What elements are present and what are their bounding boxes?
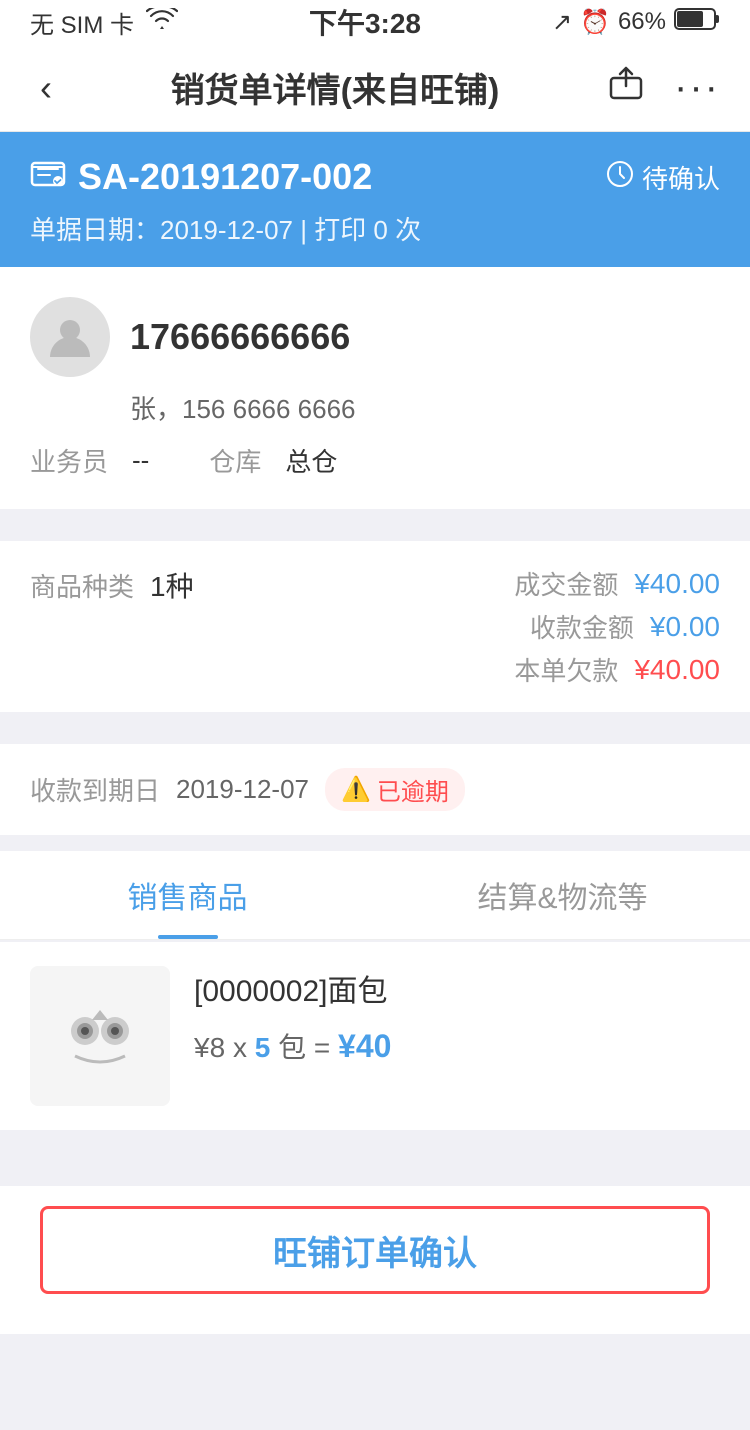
summary-row: 商品种类 1种 成交金额 ¥40.00 收款金额 ¥0.00 本单欠款 ¥40.… bbox=[30, 565, 720, 688]
tabs-container: 销售商品 结算&物流等 bbox=[0, 851, 750, 940]
customer-meta: 业务员 -- 仓库 总仓 bbox=[30, 442, 720, 479]
order-header-banner: SA-20191207-002 待确认 单据日期：2019-12-07 | 打印… bbox=[0, 132, 750, 267]
owed-row: 本单欠款 ¥40.00 bbox=[514, 651, 720, 688]
customer-row: 17666666666 bbox=[30, 297, 720, 377]
product-qty: 5 bbox=[255, 1032, 271, 1063]
product-unit: 包 bbox=[278, 1032, 306, 1063]
received-label: 收款金额 bbox=[530, 608, 634, 645]
nav-actions: ··· bbox=[608, 65, 720, 110]
warehouse-meta: 仓库 总仓 bbox=[209, 442, 337, 479]
tab-label-sales: 销售商品 bbox=[128, 873, 248, 917]
battery-text: 66% bbox=[618, 8, 666, 36]
clock-icon bbox=[606, 160, 634, 195]
tab-sales-products[interactable]: 销售商品 bbox=[0, 851, 375, 939]
order-id: SA-20191207-002 bbox=[30, 156, 372, 198]
wifi-icon bbox=[146, 8, 178, 37]
divider-1 bbox=[0, 525, 750, 541]
due-date-row: 收款到期日 2019-12-07 ⚠️ 已逾期 bbox=[30, 768, 720, 811]
summary-card: 商品种类 1种 成交金额 ¥40.00 收款金额 ¥0.00 本单欠款 ¥40.… bbox=[0, 541, 750, 712]
overdue-text: 已逾期 bbox=[377, 772, 449, 807]
order-icon bbox=[30, 156, 66, 198]
share-icon[interactable] bbox=[608, 65, 644, 110]
product-price-row: ¥8 x 5 包 = ¥40 bbox=[194, 1026, 720, 1066]
sales-value: -- bbox=[132, 445, 149, 476]
order-date: 单据日期：2019-12-07 | 打印 0 次 bbox=[30, 210, 720, 247]
customer-card: 17666666666 张，156 6666 6666 业务员 -- 仓库 总仓 bbox=[0, 267, 750, 509]
status-bar: 无 SIM 卡 下午3:28 ↗ ⏰ 66% bbox=[0, 0, 750, 44]
warehouse-value: 总仓 bbox=[285, 442, 337, 479]
summary-right: 成交金额 ¥40.00 收款金额 ¥0.00 本单欠款 ¥40.00 bbox=[514, 565, 720, 688]
category-label: 商品种类 bbox=[30, 567, 134, 604]
warning-icon: ⚠️ bbox=[341, 775, 371, 804]
product-price: ¥8 bbox=[194, 1032, 225, 1063]
order-status: 待确认 bbox=[606, 159, 720, 196]
sales-meta: 业务员 -- bbox=[30, 442, 149, 479]
status-left: 无 SIM 卡 bbox=[30, 5, 178, 40]
owed-label: 本单欠款 bbox=[514, 651, 618, 688]
back-button[interactable]: ‹ bbox=[30, 57, 62, 119]
page-title: 销货单详情(来自旺铺) bbox=[171, 63, 500, 112]
amount-value: ¥40.00 bbox=[634, 568, 720, 600]
received-value: ¥0.00 bbox=[650, 611, 720, 643]
due-date-card: 收款到期日 2019-12-07 ⚠️ 已逾期 bbox=[0, 744, 750, 835]
bottom-action: 旺铺订单确认 bbox=[0, 1186, 750, 1334]
amount-row: 成交金额 ¥40.00 bbox=[514, 565, 720, 602]
tab-label-settlement: 结算&物流等 bbox=[477, 873, 647, 917]
due-date-value: 2019-12-07 bbox=[176, 774, 309, 805]
battery-icon bbox=[674, 7, 720, 38]
tab-settlement[interactable]: 结算&物流等 bbox=[375, 851, 750, 939]
status-time: 下午3:28 bbox=[309, 2, 421, 42]
customer-phone: 17666666666 bbox=[130, 316, 350, 358]
alarm-icon: ⏰ bbox=[580, 8, 610, 37]
received-row: 收款金额 ¥0.00 bbox=[530, 608, 720, 645]
status-right: ↗ ⏰ 66% bbox=[552, 7, 720, 38]
nav-bar: ‹ 销货单详情(来自旺铺) ··· bbox=[0, 44, 750, 132]
order-id-row: SA-20191207-002 待确认 bbox=[30, 156, 720, 198]
amount-label: 成交金额 bbox=[514, 565, 618, 602]
no-sim-text: 无 SIM 卡 bbox=[30, 5, 134, 40]
product-total: ¥40 bbox=[338, 1028, 391, 1064]
tab-underline bbox=[158, 935, 218, 939]
sales-label: 业务员 bbox=[30, 442, 108, 479]
more-icon[interactable]: ··· bbox=[674, 65, 720, 110]
summary-left: 商品种类 1种 bbox=[30, 565, 194, 605]
product-info: [0000002]面包 ¥8 x 5 包 = ¥40 bbox=[194, 966, 720, 1066]
category-value: 1种 bbox=[150, 565, 194, 605]
location-icon: ↗ bbox=[552, 8, 572, 37]
warehouse-label: 仓库 bbox=[209, 442, 261, 479]
price-separator: x bbox=[233, 1032, 255, 1063]
product-name: [0000002]面包 bbox=[194, 966, 720, 1010]
product-thumbnail bbox=[30, 966, 170, 1106]
product-card: [0000002]面包 ¥8 x 5 包 = ¥40 bbox=[0, 942, 750, 1130]
divider-2 bbox=[0, 728, 750, 744]
confirm-button[interactable]: 旺铺订单确认 bbox=[40, 1206, 710, 1294]
owed-value: ¥40.00 bbox=[634, 654, 720, 686]
equals-sign: = bbox=[314, 1032, 338, 1063]
overdue-badge: ⚠️ 已逾期 bbox=[325, 768, 465, 811]
customer-name: 张，156 6666 6666 bbox=[30, 389, 720, 426]
customer-avatar bbox=[30, 297, 110, 377]
due-date-label: 收款到期日 bbox=[30, 771, 160, 808]
